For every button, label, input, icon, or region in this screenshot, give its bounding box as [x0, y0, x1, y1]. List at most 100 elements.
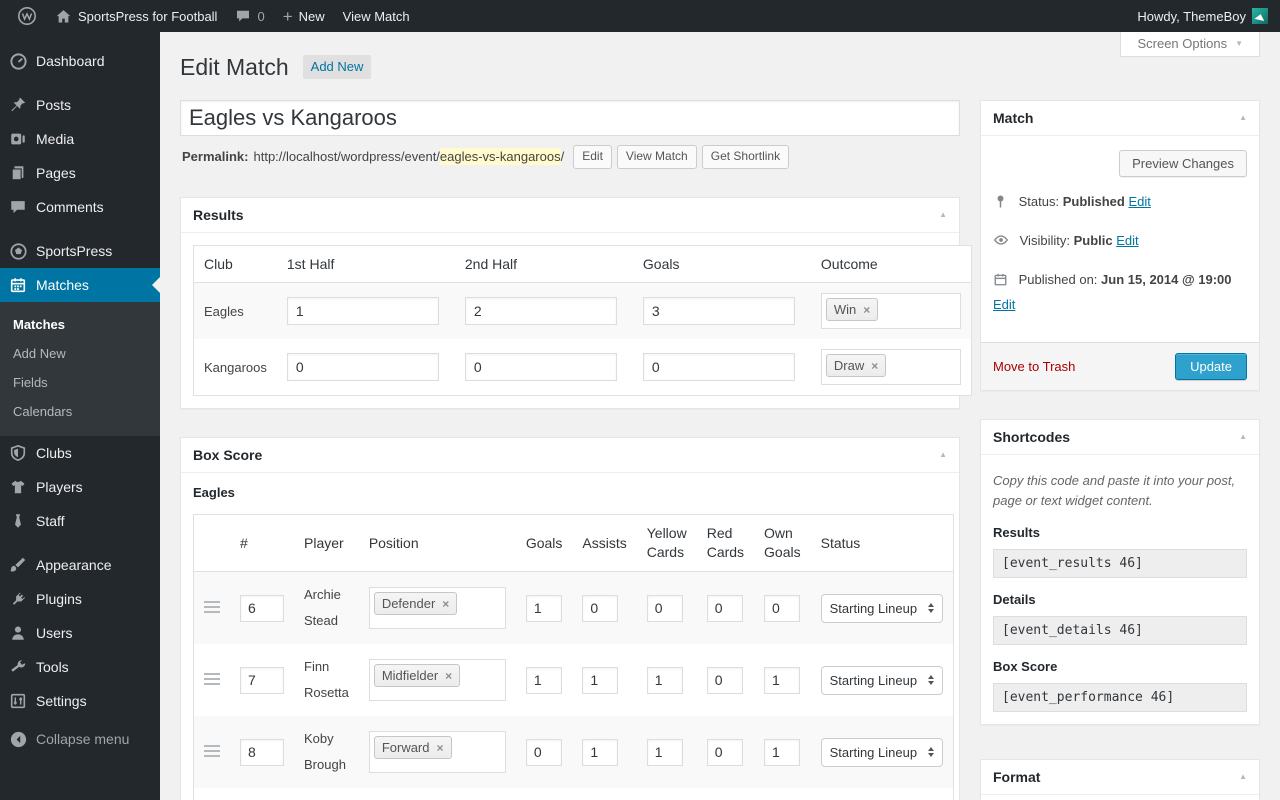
- goals-input[interactable]: [526, 595, 562, 622]
- sidebar-item-label: Staff: [36, 513, 65, 529]
- sidebar-item-settings[interactable]: Settings: [0, 684, 160, 718]
- view-match-label: View Match: [343, 9, 410, 24]
- edit-permalink-button[interactable]: Edit: [573, 145, 612, 169]
- sidebar-item-posts[interactable]: Posts: [0, 88, 160, 122]
- first-half-input[interactable]: [287, 353, 439, 381]
- sidebar-item-staff[interactable]: Staff: [0, 504, 160, 538]
- sidebar-item-media[interactable]: Media: [0, 122, 160, 156]
- post-title-input[interactable]: [180, 100, 960, 136]
- own-goals-input[interactable]: [764, 739, 800, 766]
- own-goals-input[interactable]: [764, 667, 800, 694]
- published-label: Published on:: [1019, 272, 1098, 287]
- remove-icon[interactable]: ×: [437, 742, 444, 754]
- position-select[interactable]: Defender×: [369, 587, 506, 629]
- status-select[interactable]: Starting Lineup: [821, 666, 943, 695]
- sidebar-item-label: Dashboard: [36, 53, 105, 69]
- sidebar-item-appearance[interactable]: Appearance: [0, 548, 160, 582]
- format-panel: Format ▲ Competitive: [980, 759, 1260, 800]
- collapse-panel-icon[interactable]: ▲: [1239, 433, 1247, 441]
- sidebar-item-players[interactable]: Players: [0, 470, 160, 504]
- box-score-panel-header[interactable]: Box Score ▲: [181, 438, 959, 473]
- comments-toolbar-link[interactable]: 0: [226, 0, 273, 32]
- goals-input[interactable]: [643, 297, 795, 325]
- update-button[interactable]: Update: [1175, 353, 1247, 380]
- submenu-item-add-new[interactable]: Add New: [0, 339, 160, 368]
- second-half-input[interactable]: [465, 297, 617, 325]
- drag-handle[interactable]: [204, 673, 220, 685]
- submenu-item-matches[interactable]: Matches: [0, 310, 160, 339]
- outcome-select[interactable]: Win×: [821, 293, 961, 329]
- status-select[interactable]: Starting Lineup: [821, 738, 943, 767]
- view-match-button[interactable]: View Match: [617, 145, 697, 169]
- sidebar-item-pages[interactable]: Pages: [0, 156, 160, 190]
- shortcode-input-box-score[interactable]: [993, 683, 1247, 712]
- sidebar-item-users[interactable]: Users: [0, 616, 160, 650]
- sidebar-item-matches[interactable]: Matches: [0, 268, 160, 302]
- drag-handle[interactable]: [204, 745, 220, 757]
- move-to-trash-link[interactable]: Move to Trash: [993, 359, 1075, 374]
- squad-number-input[interactable]: [240, 595, 284, 622]
- sidebar-item-tools[interactable]: Tools: [0, 650, 160, 684]
- column-header-goals: Goals: [516, 515, 573, 572]
- drag-handle[interactable]: [204, 601, 220, 613]
- red-cards-input[interactable]: [707, 739, 743, 766]
- outcome-select[interactable]: Draw×: [821, 349, 961, 385]
- collapse-panel-icon[interactable]: ▲: [1239, 773, 1247, 781]
- goals-input[interactable]: [643, 353, 795, 381]
- match-panel-header[interactable]: Match ▲: [981, 101, 1259, 136]
- box-score-row: FinnRosetta Midfielder×: [194, 644, 954, 716]
- sidebar-item-comments[interactable]: Comments: [0, 190, 160, 224]
- yellow-cards-input[interactable]: [647, 595, 683, 622]
- new-content-menu[interactable]: + New: [274, 0, 334, 32]
- yellow-cards-input[interactable]: [647, 739, 683, 766]
- collapse-panel-icon[interactable]: ▲: [1239, 114, 1247, 122]
- edit-visibility-link[interactable]: Edit: [1116, 233, 1138, 248]
- remove-icon[interactable]: ×: [442, 598, 449, 610]
- get-shortlink-button[interactable]: Get Shortlink: [702, 145, 789, 169]
- sidebar-item-plugins[interactable]: Plugins: [0, 582, 160, 616]
- second-half-input[interactable]: [465, 353, 617, 381]
- collapse-panel-icon[interactable]: ▲: [939, 451, 947, 459]
- shortcodes-panel-header[interactable]: Shortcodes ▲: [981, 420, 1259, 455]
- shortcode-input-results[interactable]: [993, 549, 1247, 578]
- assists-input[interactable]: [582, 739, 618, 766]
- submenu-item-calendars[interactable]: Calendars: [0, 397, 160, 426]
- assists-input[interactable]: [582, 595, 618, 622]
- remove-icon[interactable]: ×: [445, 670, 452, 682]
- site-name-link[interactable]: SportsPress for Football: [46, 0, 226, 32]
- remove-icon[interactable]: ×: [863, 304, 870, 316]
- format-panel-header[interactable]: Format ▲: [981, 760, 1259, 795]
- red-cards-input[interactable]: [707, 595, 743, 622]
- squad-number-input[interactable]: [240, 739, 284, 766]
- edit-published-link[interactable]: Edit: [993, 295, 1015, 316]
- remove-icon[interactable]: ×: [871, 360, 878, 372]
- squad-number-input[interactable]: [240, 667, 284, 694]
- sidebar-item-dashboard[interactable]: Dashboard: [0, 44, 160, 78]
- first-half-input[interactable]: [287, 297, 439, 325]
- account-menu[interactable]: Howdy, ThemeBoy: [1128, 0, 1268, 32]
- edit-status-link[interactable]: Edit: [1128, 194, 1150, 209]
- preview-changes-button[interactable]: Preview Changes: [1119, 150, 1247, 177]
- goals-input[interactable]: [526, 667, 562, 694]
- position-select[interactable]: Forward×: [369, 731, 506, 773]
- position-select[interactable]: Midfielder×: [369, 659, 506, 701]
- sidebar-item-clubs[interactable]: Clubs: [0, 436, 160, 470]
- sidebar-item-sportspress[interactable]: SportsPress: [0, 234, 160, 268]
- collapse-menu-button[interactable]: Collapse menu: [0, 722, 160, 756]
- add-new-button[interactable]: Add New: [303, 55, 372, 79]
- goals-input[interactable]: [526, 739, 562, 766]
- collapse-panel-icon[interactable]: ▲: [939, 211, 947, 219]
- wordpress-menu[interactable]: [8, 0, 46, 32]
- yellow-cards-input[interactable]: [647, 667, 683, 694]
- results-panel-header[interactable]: Results ▲: [181, 198, 959, 233]
- assists-input[interactable]: [582, 667, 618, 694]
- submenu-item-fields[interactable]: Fields: [0, 368, 160, 397]
- red-cards-input[interactable]: [707, 667, 743, 694]
- shortcode-input-details[interactable]: [993, 616, 1247, 645]
- view-match-toolbar-link[interactable]: View Match: [334, 0, 419, 32]
- screen-options-tab[interactable]: Screen Options ▼: [1120, 32, 1260, 57]
- own-goals-input[interactable]: [764, 595, 800, 622]
- media-icon: [8, 129, 28, 149]
- status-select[interactable]: Starting Lineup: [821, 594, 943, 623]
- shortcode-label-results: Results: [993, 525, 1247, 540]
